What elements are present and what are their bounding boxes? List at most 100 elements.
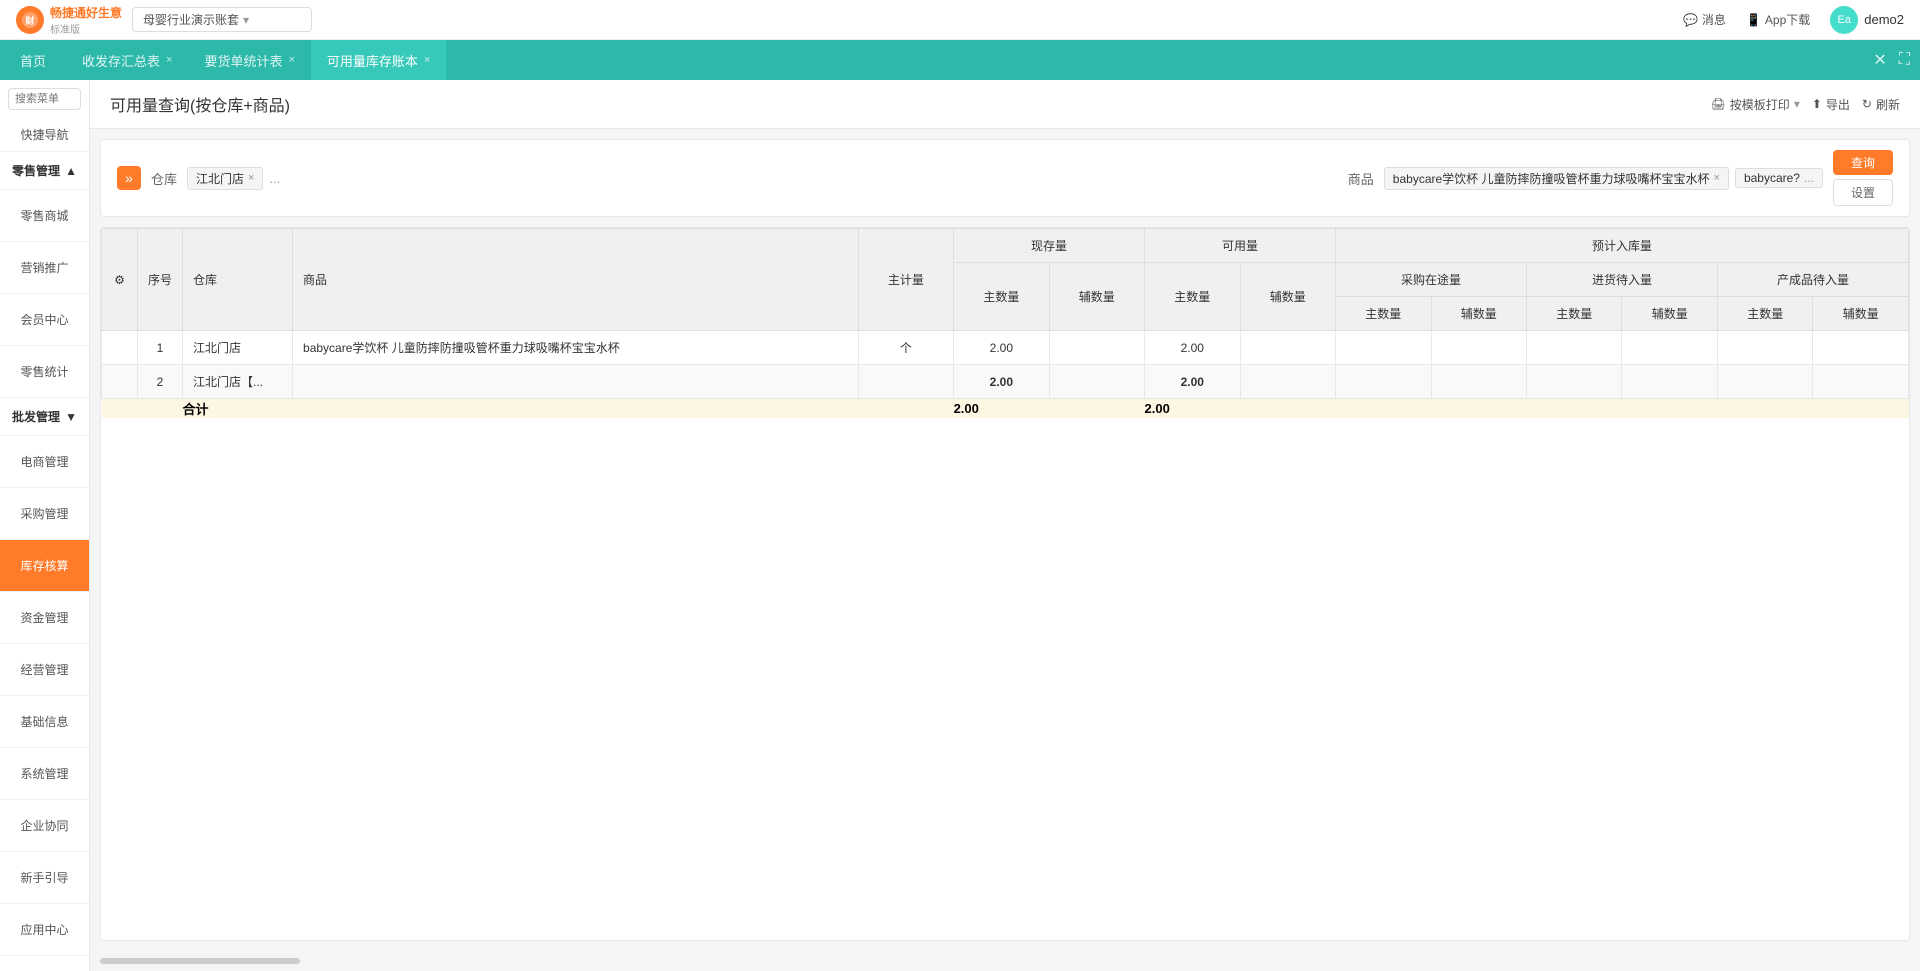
table-row: 1 江北门店 babycare学饮杯 儿童防摔防撞吸管杯重力球吸嘴杯宝宝水杯 个… (102, 331, 1909, 365)
refresh-button[interactable]: ↻ 刷新 (1862, 96, 1900, 113)
row2-main-unit (858, 365, 953, 399)
inventory-table: ⚙ 序号 仓库 商品 主计量 现存量 可用量 预计入库量 主数量 辅数量 主数量… (101, 228, 1909, 418)
product-tag-ellipsis: ... (1804, 171, 1814, 185)
filter-expand-button[interactable]: » (117, 166, 141, 190)
sidebar-item-enterprise-collab[interactable]: 企业协同 (0, 800, 89, 852)
company-selector[interactable]: 母婴行业演示账套 ▾ (132, 7, 312, 32)
col-pending-aux-header: 辅数量 (1622, 297, 1717, 331)
query-button[interactable]: 查询 (1833, 150, 1893, 175)
maximize-window-icon[interactable]: ⛶ (1899, 51, 1910, 69)
page-actions: 🖨 按模板打印 ▾ ⬆ 导出 ↻ 刷新 (1711, 96, 1900, 113)
sidebar-item-system[interactable]: 系统管理 (0, 748, 89, 800)
summary-empty8 (1813, 399, 1909, 419)
warehouse-tags-area: 江北门店 × ... (187, 167, 1338, 190)
app-download-button[interactable]: 📱 App下载 (1746, 11, 1810, 28)
scrollbar-area (90, 951, 1920, 971)
col-stock-aux-header: 辅数量 (1049, 263, 1144, 331)
row1-num: 1 (138, 331, 183, 365)
col-stock-main-header: 主数量 (954, 263, 1049, 331)
tab-home[interactable]: 首页 (0, 40, 66, 80)
row2-avail-aux (1240, 365, 1335, 399)
col-current-stock-header: 现存量 (954, 229, 1145, 263)
row2-num: 2 (138, 365, 183, 399)
col-available-header: 可用量 (1145, 229, 1336, 263)
warehouse-ellipsis[interactable]: ... (269, 171, 280, 186)
row1-avail-aux (1240, 331, 1335, 365)
system-label: 系统管理 (20, 765, 68, 782)
row2-stock-main: 2.00 (954, 365, 1049, 399)
sidebar-item-ecommerce[interactable]: 电商管理 (0, 436, 89, 488)
tab-receive-summary-label: 收发存汇总表 (82, 51, 160, 70)
product-tag-close[interactable]: × (1714, 172, 1720, 184)
search-input[interactable] (8, 88, 81, 110)
row2-purchase-aux (1431, 365, 1526, 399)
sidebar-item-basic-info[interactable]: 基础信息 (0, 696, 89, 748)
sidebar-item-new-guide[interactable]: 新手引导 (0, 852, 89, 904)
summary-stock-main: 2.00 (954, 399, 1049, 419)
marketing-label: 营销推广 (20, 259, 68, 276)
col-warehouse-header: 仓库 (183, 229, 293, 331)
tab-order-stat-close[interactable]: × (288, 54, 294, 66)
basic-info-label: 基础信息 (20, 713, 68, 730)
product-tag-babycare2: babycare? ... (1735, 168, 1823, 188)
row1-settings (102, 331, 138, 365)
sidebar-item-member[interactable]: 会员中心 (0, 294, 89, 346)
sidebar-item-operation[interactable]: 经营管理 (0, 644, 89, 696)
refresh-icon: ↻ (1862, 97, 1872, 111)
sidebar-item-retail-mall[interactable]: 零售商城 (0, 190, 89, 242)
print-button[interactable]: 🖨 按模板打印 ▾ (1711, 96, 1800, 113)
tab-receive-summary[interactable]: 收发存汇总表 × (66, 40, 188, 80)
row2-warehouse: 江北门店【... (183, 365, 293, 399)
col-purchase-in-transit-header: 采购在途量 (1336, 263, 1527, 297)
tab-available-ledger-close[interactable]: × (424, 54, 430, 66)
col-finished-aux-header: 辅数量 (1813, 297, 1909, 331)
settings-button[interactable]: 设置 (1833, 179, 1893, 206)
user-area[interactable]: Ea demo2 (1830, 6, 1904, 34)
arrow-up-icon: ▲ (65, 164, 77, 178)
sidebar-item-wholesale-mgmt[interactable]: 批发管理 ▼ (0, 398, 89, 436)
logo-icon: 财 (16, 6, 44, 34)
sidebar-item-finance[interactable]: 资金管理 (0, 592, 89, 644)
close-window-icon[interactable]: ✕ (1873, 50, 1886, 70)
col-pending-main-header: 主数量 (1526, 297, 1621, 331)
product-filter-label: 商品 (1348, 169, 1374, 188)
top-bar-left: 财 畅捷通好生意 标准版 母婴行业演示账套 ▾ (16, 4, 312, 36)
row1-finished-main (1717, 331, 1812, 365)
warehouse-tag-text: 江北门店 (196, 170, 244, 187)
message-icon: 💬 (1683, 13, 1698, 27)
avatar-text: Ea (1838, 14, 1851, 26)
sidebar-item-enterprise-wechat[interactable]: 企业微信 (0, 956, 89, 971)
sidebar-item-quick-nav[interactable]: 快捷导航 (0, 118, 89, 152)
row1-purchase-main (1336, 331, 1431, 365)
warehouse-tag-close[interactable]: × (248, 172, 254, 184)
sidebar-item-app-center[interactable]: 应用中心 (0, 904, 89, 956)
message-button[interactable]: 💬 消息 (1683, 11, 1726, 28)
row1-avail-main: 2.00 (1145, 331, 1240, 365)
tab-available-ledger[interactable]: 可用量库存账本 × (311, 40, 446, 80)
warehouse-filter-label: 仓库 (151, 169, 177, 188)
row2-avail-main: 2.00 (1145, 365, 1240, 399)
sidebar-item-inventory[interactable]: 库存核算 (0, 540, 89, 592)
page-header: 可用量查询(按仓库+商品) 🖨 按模板打印 ▾ ⬆ 导出 ↻ 刷新 (90, 80, 1920, 129)
col-avail-main-header: 主数量 (1145, 263, 1240, 331)
tab-available-ledger-label: 可用量库存账本 (327, 51, 418, 70)
top-bar-right: 💬 消息 📱 App下载 Ea demo2 (1683, 6, 1904, 34)
sidebar-item-retail-mgmt[interactable]: 零售管理 ▲ (0, 152, 89, 190)
logo-main-text: 畅捷通好生意 (50, 4, 122, 21)
tab-receive-summary-close[interactable]: × (166, 54, 172, 66)
retail-mall-label: 零售商城 (20, 207, 68, 224)
tab-home-label: 首页 (20, 51, 46, 70)
logo-area: 财 畅捷通好生意 标准版 (16, 4, 122, 36)
sidebar-item-marketing[interactable]: 营销推广 (0, 242, 89, 294)
summary-empty5 (1526, 399, 1621, 419)
sidebar-item-retail-stat[interactable]: 零售统计 (0, 346, 89, 398)
sidebar-item-purchase[interactable]: 采购管理 (0, 488, 89, 540)
row2-purchase-main (1336, 365, 1431, 399)
tab-order-stat[interactable]: 要货单统计表 × (188, 40, 310, 80)
filter-bar: » 仓库 江北门店 × ... 商品 babycare学饮杯 儿童防摔防撞吸管杯… (100, 139, 1910, 217)
chevron-down-icon: ▾ (243, 13, 249, 27)
horizontal-scrollbar[interactable] (100, 958, 300, 964)
window-buttons: ✕ ⛶ (1863, 50, 1920, 70)
export-button[interactable]: ⬆ 导出 (1812, 96, 1850, 113)
table-container: ⚙ 序号 仓库 商品 主计量 现存量 可用量 预计入库量 主数量 辅数量 主数量… (100, 227, 1910, 941)
